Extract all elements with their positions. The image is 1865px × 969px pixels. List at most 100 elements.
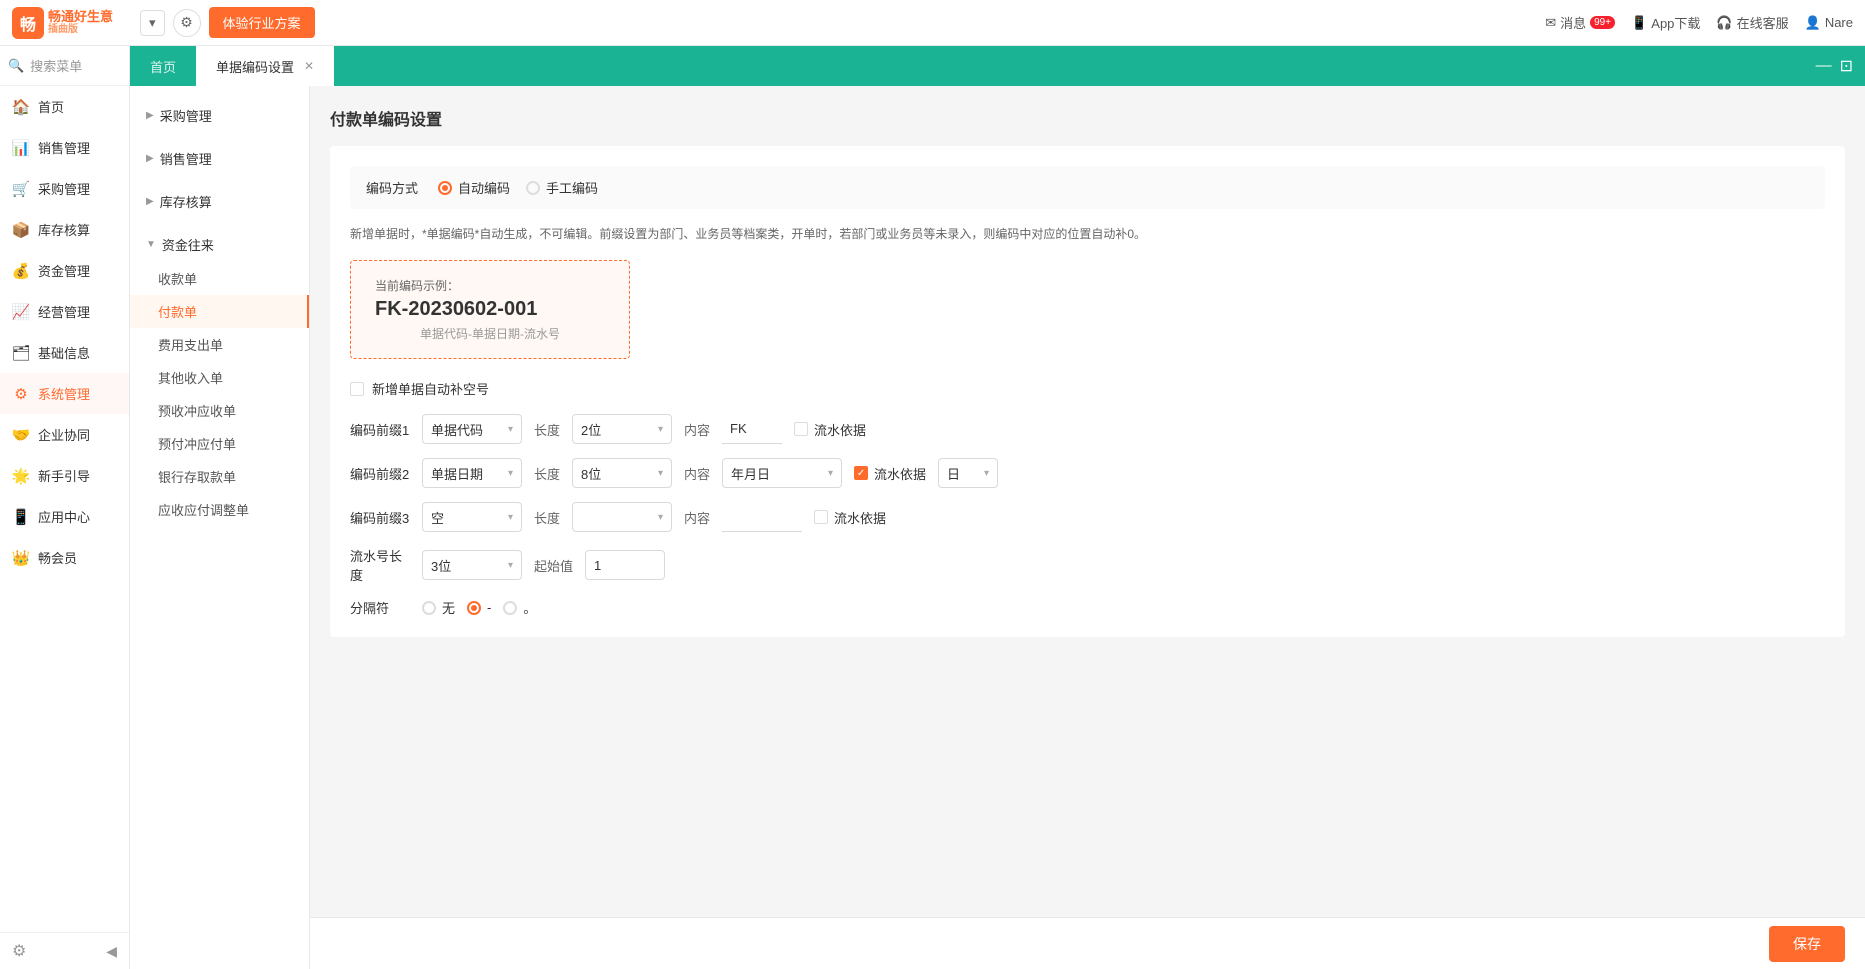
separator-hyphen-radio[interactable]: - — [467, 600, 491, 615]
prefix2-length-value: 8位 — [581, 464, 601, 483]
prefix3-length-select[interactable]: ▾ — [572, 502, 672, 532]
menu-item-ar-ap-adjust[interactable]: 应收应付调整单 — [130, 493, 309, 526]
separator-none-dot — [422, 601, 436, 615]
dropdown-text: ▾ — [149, 15, 156, 31]
prefix2-chevron-icon: ▾ — [508, 468, 513, 479]
auto-encode-radio[interactable]: 自动编码 — [438, 178, 510, 197]
radio-group: 自动编码 手工编码 — [438, 178, 598, 197]
prefix2-unit-chevron: ▾ — [984, 468, 989, 479]
sidebar-item-sales[interactable]: 📊 销售管理 — [0, 127, 129, 168]
ops-icon: 📈 — [12, 303, 30, 321]
prefix1-content-input[interactable] — [722, 414, 782, 444]
prefix1-flow-checkbox[interactable] — [794, 422, 808, 436]
window-maximize-icon[interactable]: ⊡ — [1840, 56, 1853, 76]
search-label: 搜索菜单 — [30, 56, 82, 75]
sidebar-item-home[interactable]: 🏠 首页 — [0, 86, 129, 127]
separator-dot-radio[interactable]: 。 — [503, 598, 536, 617]
sidebar-item-appcenter[interactable]: 📱 应用中心 — [0, 496, 129, 537]
prefix3-select[interactable]: 空 ▾ — [422, 502, 522, 532]
online-service-btn[interactable]: 🎧 在线客服 — [1716, 13, 1788, 32]
trial-btn[interactable]: 体验行业方案 — [209, 7, 315, 38]
prefix1-content-label: 内容 — [684, 420, 710, 439]
menu-group-inventory: ▶ 库存核算 — [130, 180, 309, 223]
nav-tabs: 首页 单据编码设置 ✕ — ⊡ — [130, 46, 1865, 86]
search-icon: 🔍 — [8, 58, 24, 74]
tab-encoding[interactable]: 单据编码设置 ✕ — [196, 46, 334, 86]
menu-group-purchase-title[interactable]: ▶ 采购管理 — [130, 98, 309, 133]
menu-item-bank-deposit[interactable]: 银行存取款单 — [130, 460, 309, 493]
auto-fill-row: 新增单据自动补空号 — [350, 379, 1825, 398]
prefix3-content-input[interactable] — [722, 502, 802, 532]
sidebar-collapse-icon[interactable]: ◀ — [106, 943, 117, 960]
manual-encode-radio[interactable]: 手工编码 — [526, 178, 598, 197]
prefix2-content-select[interactable]: 年月日 ▾ — [722, 458, 842, 488]
inventory-icon: 📦 — [12, 221, 30, 239]
sidebar-label-ops: 经营管理 — [38, 302, 90, 321]
menu-item-expense[interactable]: 费用支出单 — [130, 328, 309, 361]
menu-item-payment[interactable]: 付款单 — [130, 295, 309, 328]
prefix3-flow-checkbox[interactable] — [814, 510, 828, 524]
user-avatar[interactable]: 👤 Nare — [1805, 15, 1853, 31]
save-button[interactable]: 保存 — [1769, 926, 1845, 962]
sidebar-search[interactable]: 🔍 搜索菜单 — [0, 46, 129, 86]
prefix2-flow-unit-select[interactable]: 日 ▾ — [938, 458, 998, 488]
prefix1-length-select[interactable]: 2位 ▾ — [572, 414, 672, 444]
payment-label: 付款单 — [158, 305, 197, 320]
sidebar-item-finance[interactable]: 💰 资金管理 — [0, 250, 129, 291]
bank-deposit-label: 银行存取款单 — [158, 470, 236, 485]
menu-group-capital-label: 资金往来 — [162, 235, 214, 254]
system-icon: ⚙ — [12, 385, 30, 403]
sidebar-item-operations[interactable]: 📈 经营管理 — [0, 291, 129, 332]
menu-group-capital-title[interactable]: ▼ 资金往来 — [130, 227, 309, 262]
separator-hyphen-label: - — [487, 600, 491, 615]
tab-home[interactable]: 首页 — [130, 46, 196, 86]
topbar-dropdown[interactable]: ▾ — [140, 10, 165, 36]
sidebar-item-basic[interactable]: 🗂 基础信息 — [0, 332, 129, 373]
sidebar-item-inventory[interactable]: 📦 库存核算 — [0, 209, 129, 250]
basic-icon: 🗂 — [12, 344, 30, 362]
message-btn[interactable]: ✉ 消息 99+ — [1545, 13, 1615, 32]
auto-fill-checkbox[interactable] — [350, 382, 364, 396]
sidebar-item-member[interactable]: 👑 畅会员 — [0, 537, 129, 578]
separator-none-radio[interactable]: 无 — [422, 598, 455, 617]
prefix2-flow-group: ✓ 流水依据 — [854, 464, 926, 483]
chevron-right-icon: ▶ — [146, 110, 154, 121]
preview-label: 当前编码示例： — [375, 277, 605, 294]
start-value-input[interactable] — [585, 550, 665, 580]
prefix3-value: 空 — [431, 508, 444, 527]
online-service-label: 在线客服 — [1737, 13, 1789, 32]
sidebar-item-purchase[interactable]: 🛒 采购管理 — [0, 168, 129, 209]
window-minimize-icon[interactable]: — — [1816, 57, 1832, 75]
prefix3-label: 编码前缀3 — [350, 508, 410, 527]
sidebar-settings-icon[interactable]: ⚙ — [12, 941, 26, 961]
sidebar-item-enterprise[interactable]: 🤝 企业协同 — [0, 414, 129, 455]
menu-item-other-income[interactable]: 其他收入单 — [130, 361, 309, 394]
flow-length-select[interactable]: 3位 ▾ — [422, 550, 522, 580]
prefix2-select[interactable]: 单据日期 ▾ — [422, 458, 522, 488]
menu-item-prepay-pay[interactable]: 预付冲应付单 — [130, 427, 309, 460]
flow-length-chevron: ▾ — [508, 560, 513, 571]
app-sub: 插曲版 — [48, 24, 113, 36]
prefix1-select[interactable]: 单据代码 ▾ — [422, 414, 522, 444]
chevron-right-icon3: ▶ — [146, 196, 154, 207]
menu-group-inventory-title[interactable]: ▶ 库存核算 — [130, 184, 309, 219]
menu-item-receipts[interactable]: 收款单 — [130, 262, 309, 295]
sidebar-item-guide[interactable]: 🌟 新手引导 — [0, 455, 129, 496]
menu-group-sales-title[interactable]: ▶ 销售管理 — [130, 141, 309, 176]
prefix1-value: 单据代码 — [431, 420, 483, 439]
chevron-right-icon2: ▶ — [146, 153, 154, 164]
prefix2-flow-checkbox[interactable]: ✓ — [854, 466, 868, 480]
sidebar-item-system[interactable]: ⚙ 系统管理 — [0, 373, 129, 414]
content-area: ▶ 采购管理 ▶ 销售管理 ▶ 库存核算 — [130, 86, 1865, 969]
separator-dot-dot — [503, 601, 517, 615]
prefix2-content-value: 年月日 — [731, 464, 770, 483]
content-wrapper: 首页 单据编码设置 ✕ — ⊡ ▶ 采购管理 — [130, 46, 1865, 969]
sidebar-label-purchase: 采购管理 — [38, 179, 90, 198]
menu-item-prepay-receive[interactable]: 预收冲应收单 — [130, 394, 309, 427]
settings-icon[interactable]: ⚙ — [173, 9, 201, 37]
app-download-btn[interactable]: 📱 App下载 — [1631, 13, 1700, 32]
prefix3-length-chevron: ▾ — [658, 512, 663, 523]
tab-close-icon[interactable]: ✕ — [304, 59, 314, 73]
prefix2-length-select[interactable]: 8位 ▾ — [572, 458, 672, 488]
sidebar-label-inventory: 库存核算 — [38, 220, 90, 239]
